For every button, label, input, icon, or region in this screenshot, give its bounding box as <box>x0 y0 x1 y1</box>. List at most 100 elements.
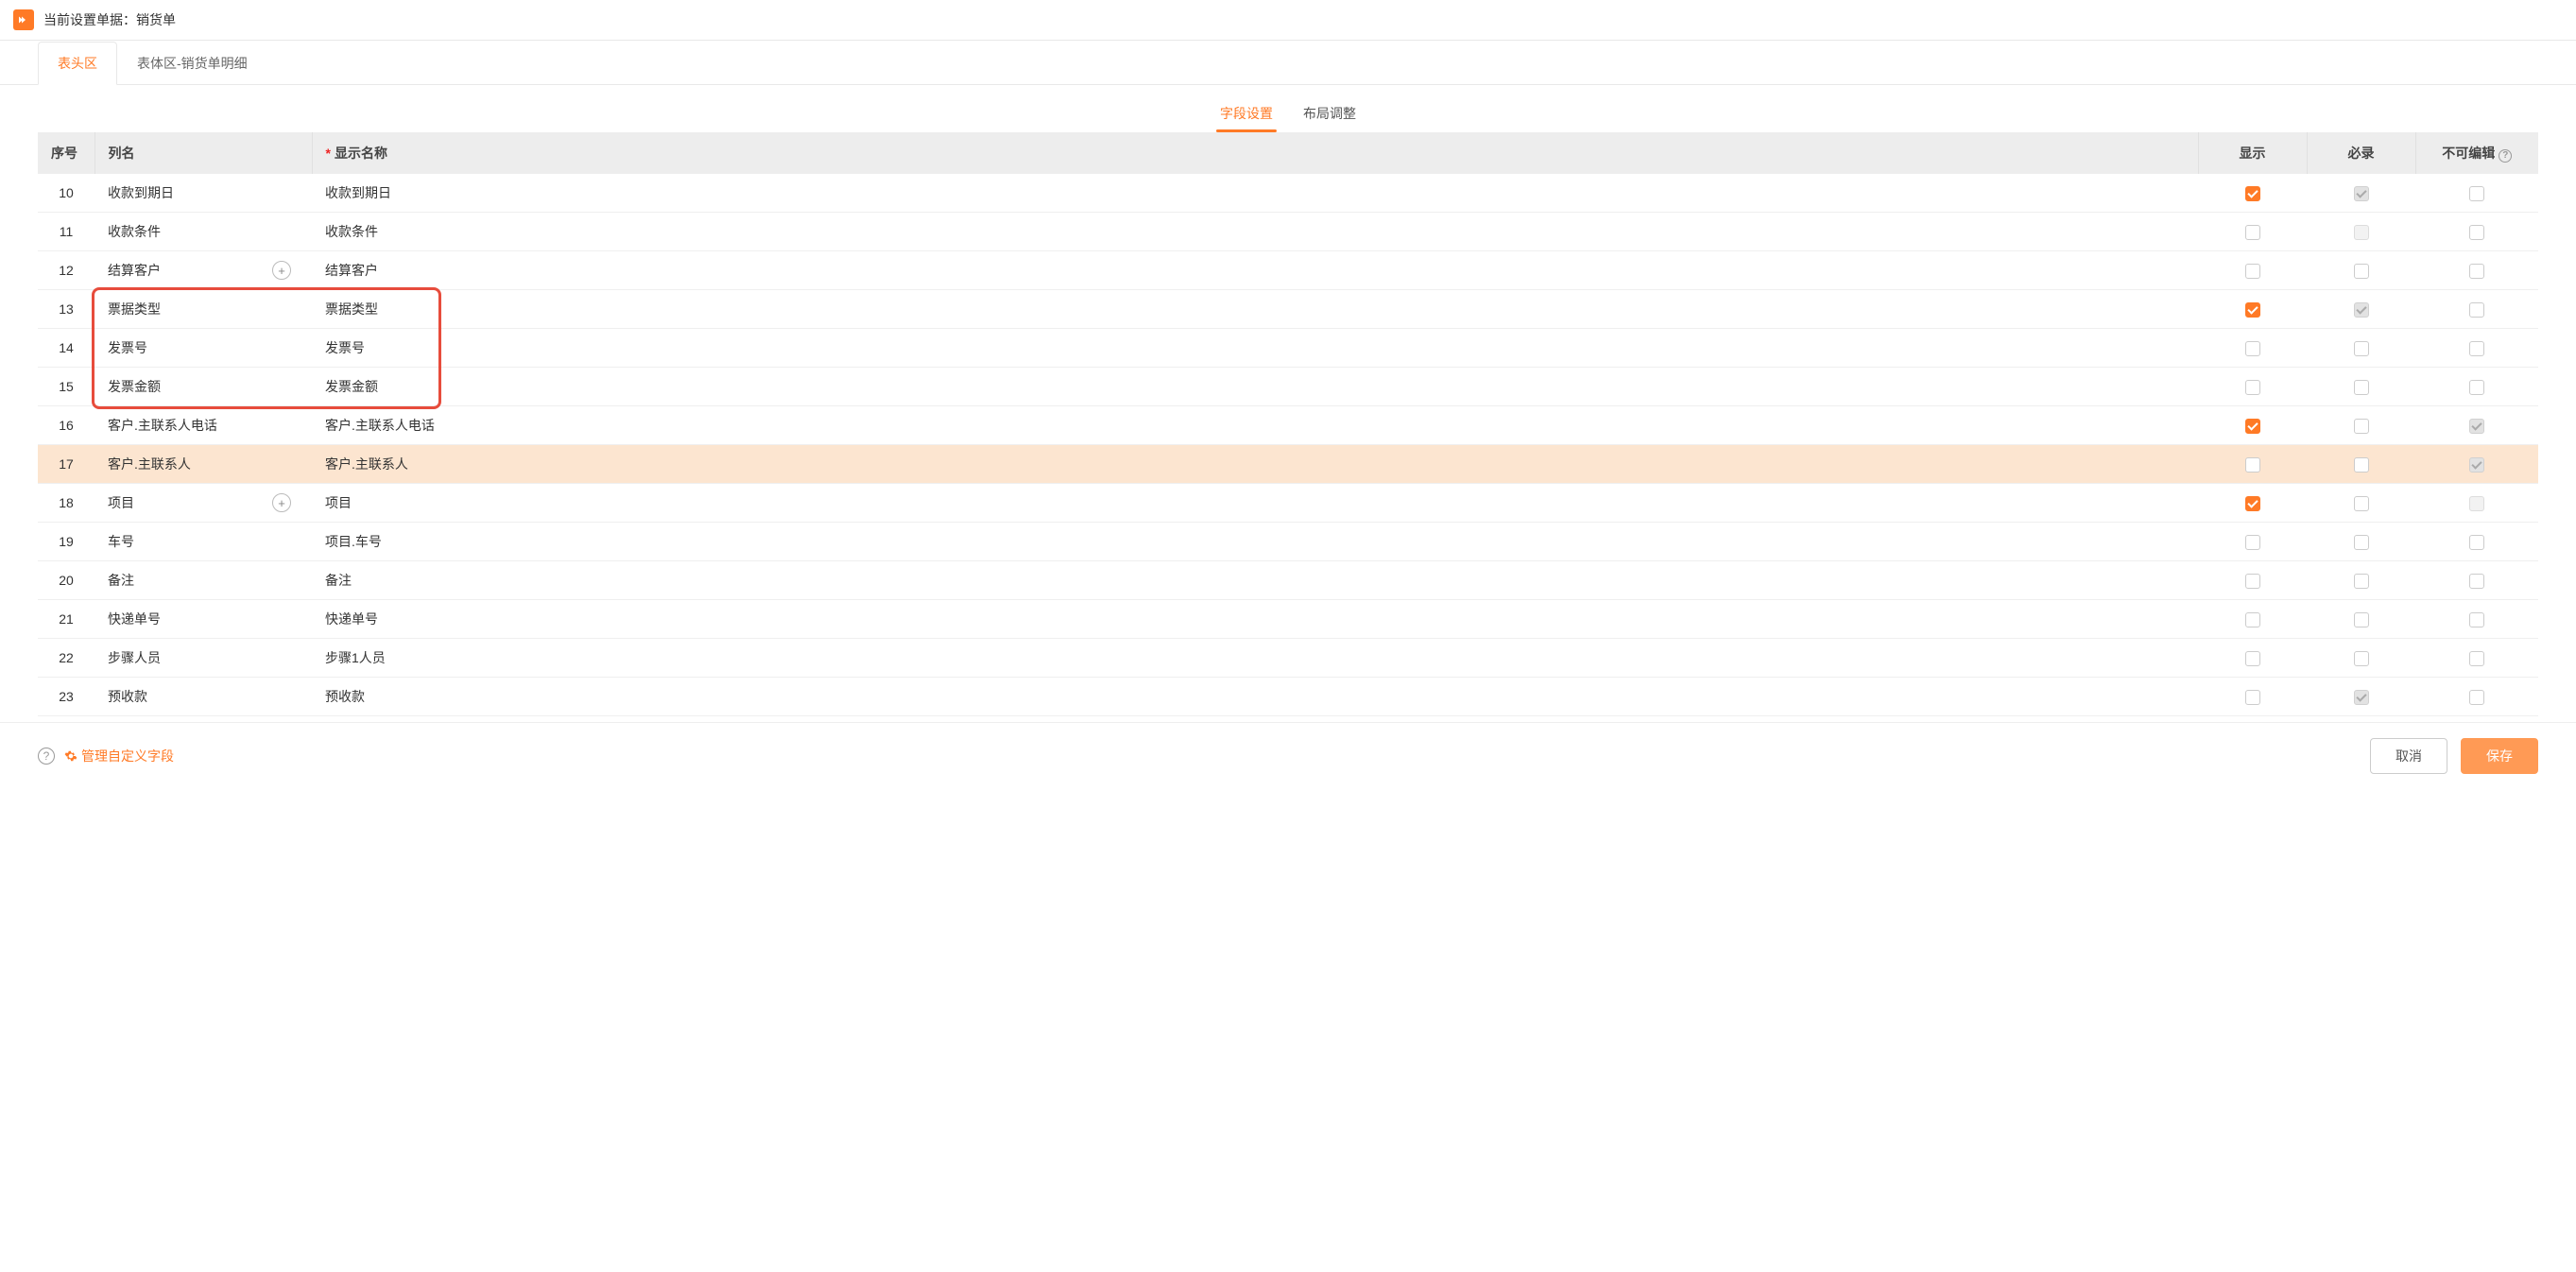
cell-show <box>2198 368 2307 406</box>
cell-display-name[interactable]: 结算客户 <box>312 251 2198 290</box>
cell-name: 车号 <box>94 523 312 561</box>
cell-name: 发票金额 <box>94 368 312 406</box>
checkbox-readonly[interactable] <box>2469 690 2484 705</box>
th-readonly: 不可编辑? <box>2415 132 2538 174</box>
save-button[interactable]: 保存 <box>2461 738 2538 774</box>
cell-show <box>2198 329 2307 368</box>
checkbox-required[interactable] <box>2354 651 2369 666</box>
checkbox-show[interactable] <box>2245 535 2260 550</box>
help-icon[interactable]: ? <box>38 748 55 765</box>
cell-seq: 16 <box>38 406 94 445</box>
checkbox-required[interactable] <box>2354 380 2369 395</box>
cell-readonly <box>2415 368 2538 406</box>
cancel-button[interactable]: 取消 <box>2370 738 2447 774</box>
checkbox-show[interactable] <box>2245 419 2260 434</box>
table-row: 13票据类型票据类型 <box>38 290 2538 329</box>
checkbox-required[interactable] <box>2354 496 2369 511</box>
cell-readonly <box>2415 678 2538 716</box>
tab-0[interactable]: 表头区 <box>38 42 117 85</box>
checkbox-required[interactable] <box>2354 457 2369 473</box>
checkbox-readonly[interactable] <box>2469 574 2484 589</box>
cell-display-name[interactable]: 收款条件 <box>312 213 2198 251</box>
tab-1[interactable]: 表体区-销货单明细 <box>117 42 267 85</box>
checkbox-required[interactable] <box>2354 612 2369 627</box>
header-bar: 当前设置单据：销货单 <box>0 0 2576 41</box>
cell-seq: 18 <box>38 484 94 523</box>
cell-display-name[interactable]: 项目 <box>312 484 2198 523</box>
add-sub-field-button[interactable]: + <box>272 261 291 280</box>
cell-display-name[interactable]: 步骤1人员 <box>312 639 2198 678</box>
table-row: 10收款到期日收款到期日 <box>38 174 2538 213</box>
cell-display-name[interactable]: 备注 <box>312 561 2198 600</box>
fields-table: 序号 列名 *显示名称 显示 必录 不可编辑? 10收款到期日收款到期日11收款… <box>38 132 2538 716</box>
cell-required <box>2307 251 2415 290</box>
checkbox-show[interactable] <box>2245 302 2260 318</box>
checkbox-readonly <box>2469 419 2484 434</box>
table-row: 11收款条件收款条件 <box>38 213 2538 251</box>
manage-custom-fields-label: 管理自定义字段 <box>81 747 174 765</box>
cell-display-name[interactable]: 客户.主联系人电话 <box>312 406 2198 445</box>
cell-required <box>2307 406 2415 445</box>
checkbox-readonly[interactable] <box>2469 535 2484 550</box>
cell-seq: 17 <box>38 445 94 484</box>
checkbox-required[interactable] <box>2354 264 2369 279</box>
table-row: 20备注备注 <box>38 561 2538 600</box>
cell-display-name[interactable]: 快递单号 <box>312 600 2198 639</box>
checkbox-required[interactable] <box>2354 574 2369 589</box>
checkbox-readonly[interactable] <box>2469 186 2484 201</box>
cell-show <box>2198 639 2307 678</box>
table-row: 15发票金额发票金额 <box>38 368 2538 406</box>
cell-display-name[interactable]: 发票金额 <box>312 368 2198 406</box>
checkbox-required[interactable] <box>2354 341 2369 356</box>
table-wrapper: 序号 列名 *显示名称 显示 必录 不可编辑? 10收款到期日收款到期日11收款… <box>0 132 2576 716</box>
checkbox-required <box>2354 186 2369 201</box>
cell-display-name[interactable]: 预收款 <box>312 678 2198 716</box>
cell-display-name[interactable]: 发票号 <box>312 329 2198 368</box>
add-sub-field-button[interactable]: + <box>272 493 291 512</box>
checkbox-readonly[interactable] <box>2469 302 2484 318</box>
table-row: 23预收款预收款 <box>38 678 2538 716</box>
checkbox-show[interactable] <box>2245 380 2260 395</box>
cell-display-name[interactable]: 客户.主联系人 <box>312 445 2198 484</box>
checkbox-show[interactable] <box>2245 651 2260 666</box>
manage-custom-fields-link[interactable]: 管理自定义字段 <box>64 747 174 765</box>
cell-show <box>2198 213 2307 251</box>
checkbox-show[interactable] <box>2245 496 2260 511</box>
cell-required <box>2307 600 2415 639</box>
table-row: 12结算客户+结算客户 <box>38 251 2538 290</box>
header-title: 当前设置单据：销货单 <box>43 10 176 29</box>
cell-readonly <box>2415 484 2538 523</box>
sub-tab-1[interactable]: 布局调整 <box>1299 98 1360 132</box>
cell-display-name[interactable]: 票据类型 <box>312 290 2198 329</box>
checkbox-readonly[interactable] <box>2469 225 2484 240</box>
checkbox-show[interactable] <box>2245 186 2260 201</box>
collapse-toggle-icon[interactable] <box>13 9 34 30</box>
cell-name: 票据类型 <box>94 290 312 329</box>
th-show: 显示 <box>2198 132 2307 174</box>
cell-display-name[interactable]: 收款到期日 <box>312 174 2198 213</box>
cell-display-name[interactable]: 项目.车号 <box>312 523 2198 561</box>
checkbox-readonly[interactable] <box>2469 612 2484 627</box>
checkbox-show[interactable] <box>2245 341 2260 356</box>
cell-name: 快递单号 <box>94 600 312 639</box>
th-seq: 序号 <box>38 132 94 174</box>
cell-readonly <box>2415 639 2538 678</box>
checkbox-show[interactable] <box>2245 612 2260 627</box>
checkbox-required[interactable] <box>2354 535 2369 550</box>
checkbox-readonly[interactable] <box>2469 380 2484 395</box>
checkbox-readonly[interactable] <box>2469 341 2484 356</box>
checkbox-show[interactable] <box>2245 225 2260 240</box>
checkbox-readonly[interactable] <box>2469 651 2484 666</box>
checkbox-show[interactable] <box>2245 574 2260 589</box>
cell-readonly <box>2415 290 2538 329</box>
checkbox-show[interactable] <box>2245 264 2260 279</box>
sub-tab-0[interactable]: 字段设置 <box>1216 98 1277 132</box>
checkbox-show[interactable] <box>2245 457 2260 473</box>
checkbox-readonly[interactable] <box>2469 264 2484 279</box>
checkbox-required[interactable] <box>2354 419 2369 434</box>
checkbox-readonly <box>2469 457 2484 473</box>
checkbox-show[interactable] <box>2245 690 2260 705</box>
help-icon[interactable]: ? <box>2499 149 2512 163</box>
th-required: 必录 <box>2307 132 2415 174</box>
cell-required <box>2307 445 2415 484</box>
